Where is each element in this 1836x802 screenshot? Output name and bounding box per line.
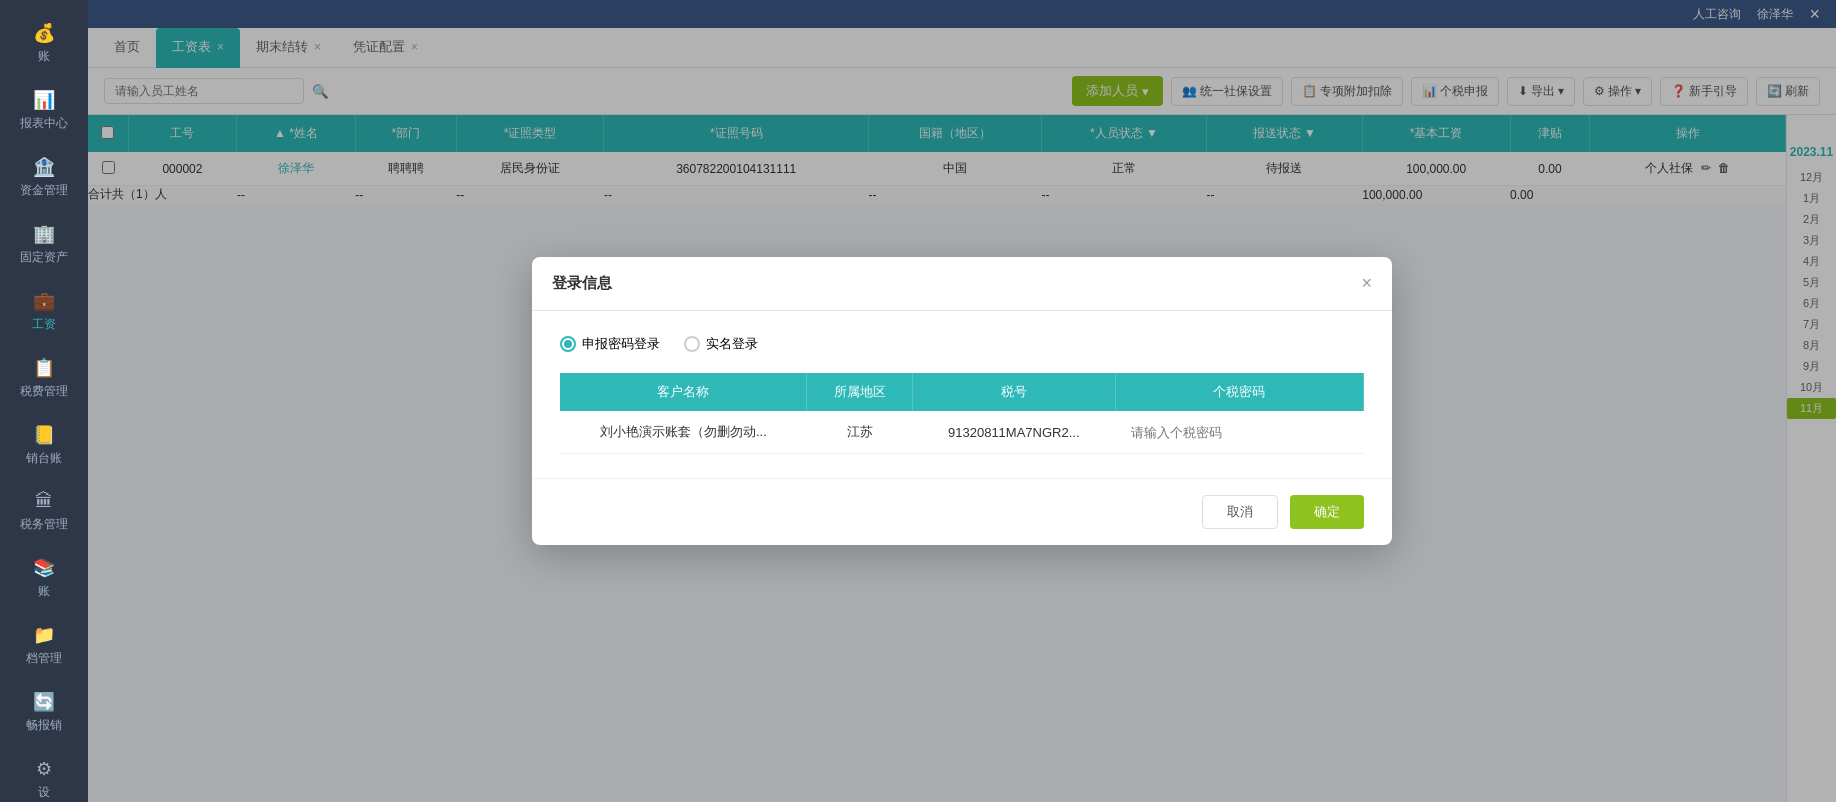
sidebar-item-label: 账 bbox=[38, 48, 50, 65]
sidebar-item-label: 畅报销 bbox=[26, 717, 62, 734]
radio-realname-login[interactable]: 实名登录 bbox=[684, 335, 758, 353]
tax-fee-icon: 📋 bbox=[33, 357, 55, 379]
sidebar-item-settings[interactable]: ⚙ 设 bbox=[0, 746, 88, 802]
dialog-header: 登录信息 × bbox=[532, 257, 1392, 311]
confirm-button[interactable]: 确定 bbox=[1290, 495, 1364, 529]
dialog-col-tax-no: 税号 bbox=[912, 373, 1115, 411]
sidebar-item-tax-mgmt[interactable]: 🏛 税务管理 bbox=[0, 479, 88, 545]
radio-realname-label: 实名登录 bbox=[706, 335, 758, 353]
dialog-row-region: 江苏 bbox=[807, 411, 912, 454]
sidebar-item-label: 报表中心 bbox=[20, 115, 68, 132]
expense-icon: 🔄 bbox=[33, 691, 55, 713]
login-type-radio-group: 申报密码登录 实名登录 bbox=[560, 335, 1364, 353]
assets-icon: 🏢 bbox=[33, 223, 55, 245]
sidebar-item-assets[interactable]: 🏢 固定资产 bbox=[0, 211, 88, 278]
sidebar-item-label: 税费管理 bbox=[20, 383, 68, 400]
sidebar-item-label: 账 bbox=[38, 583, 50, 600]
login-dialog: 登录信息 × 申报密码登录 实名登录 bbox=[532, 257, 1392, 545]
sidebar-item-sales[interactable]: 📒 销台账 bbox=[0, 412, 88, 479]
dialog-body: 申报密码登录 实名登录 客户名称 所属地区 税号 bbox=[532, 311, 1392, 478]
sidebar-item-expense[interactable]: 🔄 畅报销 bbox=[0, 679, 88, 746]
sidebar-item-archive[interactable]: 📁 档管理 bbox=[0, 612, 88, 679]
dialog-row-name: 刘小艳演示账套（勿删勿动... bbox=[560, 411, 807, 454]
tax-password-input[interactable] bbox=[1131, 425, 1347, 440]
sidebar-item-tax-fee[interactable]: 📋 税费管理 bbox=[0, 345, 88, 412]
dialog-footer: 取消 确定 bbox=[532, 478, 1392, 545]
report-icon: 📊 bbox=[33, 89, 55, 111]
radio-password-login[interactable]: 申报密码登录 bbox=[560, 335, 660, 353]
dialog-overlay: 登录信息 × 申报密码登录 实名登录 bbox=[88, 0, 1836, 802]
archive-icon: 📁 bbox=[33, 624, 55, 646]
dialog-close-button[interactable]: × bbox=[1361, 273, 1372, 294]
sidebar-item-salary[interactable]: 💼 工资 bbox=[0, 278, 88, 345]
sidebar: 💰 账 📊 报表中心 🏦 资金管理 🏢 固定资产 💼 工资 📋 税费管理 📒 销… bbox=[0, 0, 88, 802]
dialog-title: 登录信息 bbox=[552, 274, 612, 293]
main-content: 人工咨询 徐泽华 × 首页 工资表 × 期末结转 × 凭证配置 × bbox=[88, 0, 1836, 802]
tax-mgmt-icon: 🏛 bbox=[35, 491, 53, 512]
dialog-col-region: 所属地区 bbox=[807, 373, 912, 411]
cancel-button[interactable]: 取消 bbox=[1202, 495, 1278, 529]
fund-icon: 🏦 bbox=[33, 156, 55, 178]
account-icon: 💰 bbox=[33, 22, 55, 44]
dialog-col-password: 个税密码 bbox=[1115, 373, 1363, 411]
dialog-col-name: 客户名称 bbox=[560, 373, 807, 411]
sidebar-item-fund[interactable]: 🏦 资金管理 bbox=[0, 144, 88, 211]
sidebar-item-account[interactable]: 💰 账 bbox=[0, 10, 88, 77]
dialog-row-tax-no: 91320811MA7NGR2... bbox=[912, 411, 1115, 454]
sidebar-item-label: 工资 bbox=[32, 316, 56, 333]
sidebar-item-label: 销台账 bbox=[26, 450, 62, 467]
sidebar-item-label: 税务管理 bbox=[20, 516, 68, 533]
sidebar-item-label: 资金管理 bbox=[20, 182, 68, 199]
radio-realname-indicator bbox=[684, 336, 700, 352]
sales-icon: 📒 bbox=[33, 424, 55, 446]
radio-password-indicator bbox=[560, 336, 576, 352]
dialog-row-password-input[interactable] bbox=[1115, 411, 1363, 454]
app-container: 💰 账 📊 报表中心 🏦 资金管理 🏢 固定资产 💼 工资 📋 税费管理 📒 销… bbox=[0, 0, 1836, 802]
salary-icon: 💼 bbox=[33, 290, 55, 312]
dialog-table-row: 刘小艳演示账套（勿删勿动... 江苏 91320811MA7NGR2... bbox=[560, 411, 1364, 454]
settings-icon: ⚙ bbox=[36, 758, 52, 780]
sidebar-item-ledger[interactable]: 📚 账 bbox=[0, 545, 88, 612]
sidebar-item-report[interactable]: 📊 报表中心 bbox=[0, 77, 88, 144]
radio-password-label: 申报密码登录 bbox=[582, 335, 660, 353]
dialog-table: 客户名称 所属地区 税号 个税密码 刘小艳演示账套（勿删勿动... 江苏 913… bbox=[560, 373, 1364, 454]
ledger-icon: 📚 bbox=[33, 557, 55, 579]
sidebar-item-label: 档管理 bbox=[26, 650, 62, 667]
sidebar-item-label: 设 bbox=[38, 784, 50, 801]
sidebar-item-label: 固定资产 bbox=[20, 249, 68, 266]
